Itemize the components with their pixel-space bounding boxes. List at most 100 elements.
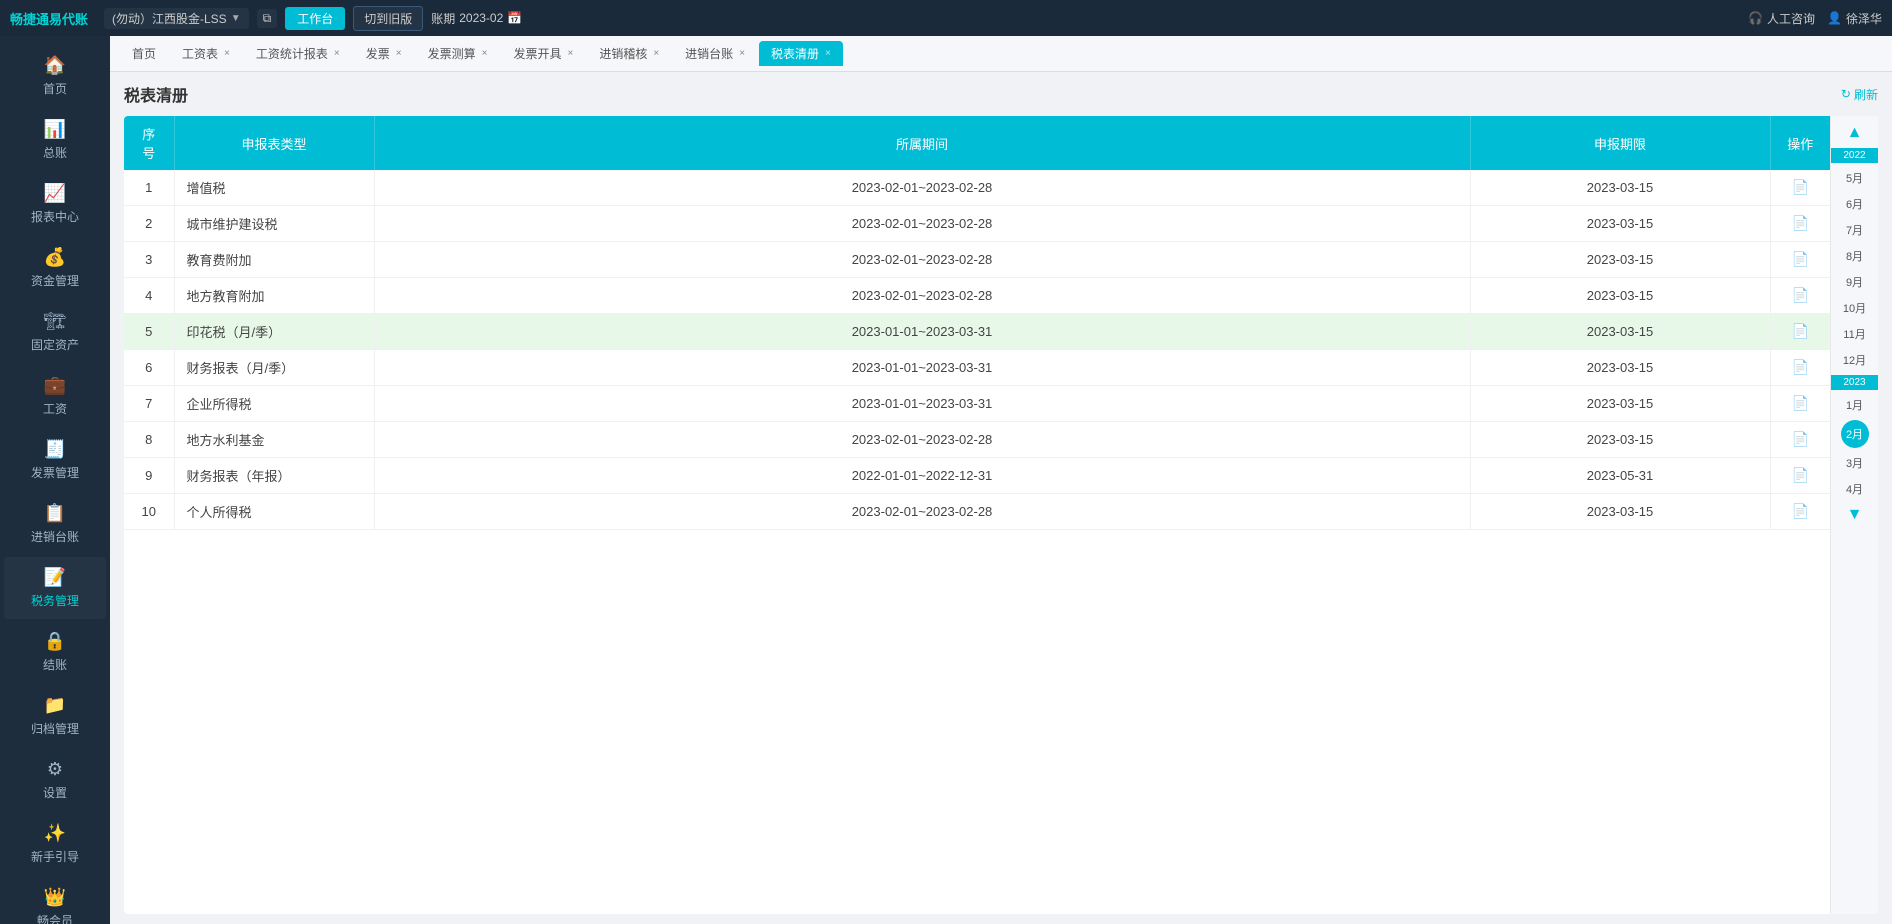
sidebar-item-report[interactable]: 📈 报表中心 — [4, 173, 106, 235]
action-detail-icon[interactable]: 📄 — [1792, 467, 1809, 483]
tab-invoice-calc[interactable]: 发票测算 × — [416, 41, 500, 66]
month-2023-1[interactable]: 1月 — [1831, 392, 1878, 418]
tab-purchase-ledger[interactable]: 进销台账 × — [673, 41, 757, 66]
tab-invoice-open-label: 发票开具 — [513, 45, 561, 62]
month-2022-9[interactable]: 9月 — [1831, 269, 1878, 295]
tab-invoice[interactable]: 发票 × — [354, 41, 414, 66]
switch-old-button[interactable]: 切到旧版 — [353, 6, 423, 31]
cell-action: 📄 — [1770, 170, 1830, 206]
cell-action: 📄 — [1770, 242, 1830, 278]
tab-invoice-open[interactable]: 发票开具 × — [501, 41, 585, 66]
sidebar-item-tax[interactable]: 📝 税务管理 — [4, 557, 106, 619]
table-row: 3 教育费附加 2023-02-01~2023-02-28 2023-03-15… — [124, 242, 1830, 278]
sidebar: 🏠 首页 📊 总账 📈 报表中心 💰 资金管理 🏗 固定资产 💼 工资 🧾 发票… — [0, 36, 110, 924]
month-2022-5[interactable]: 5月 — [1831, 165, 1878, 191]
sidebar-item-ledger[interactable]: 📊 总账 — [4, 109, 106, 171]
sidebar-item-vip-label: 畅会员 — [37, 912, 73, 924]
workbench-button[interactable]: 工作台 — [285, 7, 345, 30]
action-detail-icon[interactable]: 📄 — [1792, 287, 1809, 303]
table-header-row: 序号 申报表类型 所属期间 申报期限 操作 — [124, 116, 1830, 170]
sidebar-item-close[interactable]: 🔒 结账 — [4, 621, 106, 683]
cell-deadline: 2023-03-15 — [1470, 386, 1770, 422]
sidebar-item-fixed-label: 固定资产 — [31, 336, 79, 353]
month-2023-3[interactable]: 3月 — [1831, 450, 1878, 476]
table-row: 8 地方水利基金 2023-02-01~2023-02-28 2023-03-1… — [124, 422, 1830, 458]
action-detail-icon[interactable]: 📄 — [1792, 179, 1809, 195]
month-2022-12[interactable]: 12月 — [1831, 347, 1878, 373]
guide-icon: ✨ — [44, 823, 66, 844]
main-table-area: 序号 申报表类型 所属期间 申报期限 操作 1 增值税 2023-02-01~2… — [124, 116, 1830, 914]
user-profile-btn[interactable]: 👤 徐泽华 — [1827, 10, 1882, 27]
panel-nav-up[interactable]: ▲ — [1843, 120, 1867, 146]
calendar-icon[interactable]: 📅 — [507, 11, 522, 25]
tax-table: 序号 申报表类型 所属期间 申报期限 操作 1 增值税 2023-02-01~2… — [124, 116, 1830, 530]
cell-deadline: 2023-03-15 — [1470, 206, 1770, 242]
tab-invoice-close[interactable]: × — [396, 48, 402, 59]
invoice-mgmt-icon: 🧾 — [44, 439, 66, 460]
action-detail-icon[interactable]: 📄 — [1792, 359, 1809, 375]
cell-action: 📄 — [1770, 314, 1830, 350]
sidebar-item-report-label: 报表中心 — [31, 208, 79, 225]
tab-invoice-label: 发票 — [366, 45, 390, 62]
sidebar-item-purchase[interactable]: 📋 进销台账 — [4, 493, 106, 555]
sidebar-item-archive[interactable]: 📁 归档管理 — [4, 685, 106, 747]
month-2022-8[interactable]: 8月 — [1831, 243, 1878, 269]
tab-purchase-audit[interactable]: 进销稽核 × — [587, 41, 671, 66]
refresh-label: 刷新 — [1854, 86, 1878, 103]
sidebar-item-invoice-mgmt[interactable]: 🧾 发票管理 — [4, 429, 106, 491]
human-consult-btn[interactable]: 🎧 人工咨询 — [1748, 10, 1815, 27]
sidebar-item-salary[interactable]: 💼 工资 — [4, 365, 106, 427]
tab-tax-list-close[interactable]: × — [825, 48, 831, 59]
sidebar-item-settings[interactable]: ⚙ 设置 — [4, 749, 106, 811]
tab-invoice-open-close[interactable]: × — [567, 48, 573, 59]
tab-invoice-calc-close[interactable]: × — [482, 48, 488, 59]
tab-salary-report-close[interactable]: × — [334, 48, 340, 59]
tab-tax-list[interactable]: 税表清册 × — [759, 41, 843, 66]
sidebar-item-guide[interactable]: ✨ 新手引导 — [4, 813, 106, 875]
sidebar-item-home[interactable]: 🏠 首页 — [4, 45, 106, 107]
sidebar-item-fixed[interactable]: 🏗 固定资产 — [4, 301, 106, 363]
month-2022-7[interactable]: 7月 — [1831, 217, 1878, 243]
year-2022-label: 2022 — [1831, 148, 1878, 163]
month-2022-11[interactable]: 11月 — [1831, 321, 1878, 347]
tab-home[interactable]: 首页 — [120, 41, 168, 66]
cell-type: 教育费附加 — [174, 242, 374, 278]
cell-seq: 5 — [124, 314, 174, 350]
action-detail-icon[interactable]: 📄 — [1792, 251, 1809, 267]
main-layout: 🏠 首页 📊 总账 📈 报表中心 💰 资金管理 🏗 固定资产 💼 工资 🧾 发票… — [0, 36, 1892, 924]
tab-purchase-audit-close[interactable]: × — [653, 48, 659, 59]
month-2022-10[interactable]: 10月 — [1831, 295, 1878, 321]
cell-type: 增值税 — [174, 170, 374, 206]
action-detail-icon[interactable]: 📄 — [1792, 215, 1809, 231]
cell-period: 2023-02-01~2023-02-28 — [374, 278, 1470, 314]
month-2022-6[interactable]: 6月 — [1831, 191, 1878, 217]
sidebar-item-fund[interactable]: 💰 资金管理 — [4, 237, 106, 299]
tab-salary-report[interactable]: 工资统计报表 × — [244, 41, 352, 66]
cell-deadline: 2023-03-15 — [1470, 494, 1770, 530]
company-selector[interactable]: (勿动）江西股金-LSS ▼ — [104, 8, 249, 29]
month-2023-4[interactable]: 4月 — [1831, 476, 1878, 502]
tab-purchase-ledger-close[interactable]: × — [739, 48, 745, 59]
sidebar-item-settings-label: 设置 — [43, 784, 67, 801]
action-detail-icon[interactable]: 📄 — [1792, 395, 1809, 411]
tab-salary[interactable]: 工资表 × — [170, 41, 242, 66]
action-detail-icon[interactable]: 📄 — [1792, 323, 1809, 339]
cell-type: 印花税（月/季） — [174, 314, 374, 350]
panel-nav-down[interactable]: ▼ — [1843, 502, 1867, 528]
tab-salary-close[interactable]: × — [224, 48, 230, 59]
table-row: 1 增值税 2023-02-01~2023-02-28 2023-03-15 📄 — [124, 170, 1830, 206]
refresh-button[interactable]: ↻ 刷新 — [1841, 86, 1878, 103]
cell-action: 📄 — [1770, 350, 1830, 386]
copy-icon-btn[interactable]: ⧉ — [257, 9, 278, 28]
table-row: 9 财务报表（年报） 2022-01-01~2022-12-31 2023-05… — [124, 458, 1830, 494]
right-panel: ▲ 2022 5月 6月 7月 8月 9月 10月 11月 12月 2023 1… — [1830, 116, 1878, 914]
tab-invoice-calc-label: 发票测算 — [428, 45, 476, 62]
period-label: 账期 — [431, 10, 455, 27]
action-detail-icon[interactable]: 📄 — [1792, 503, 1809, 519]
sidebar-item-vip[interactable]: 👑 畅会员 — [4, 877, 106, 924]
cell-seq: 8 — [124, 422, 174, 458]
action-detail-icon[interactable]: 📄 — [1792, 431, 1809, 447]
page-header-right: ↻ 刷新 — [1841, 86, 1878, 103]
month-2023-2[interactable]: 2月 — [1841, 420, 1869, 448]
ledger-icon: 📊 — [44, 119, 66, 140]
